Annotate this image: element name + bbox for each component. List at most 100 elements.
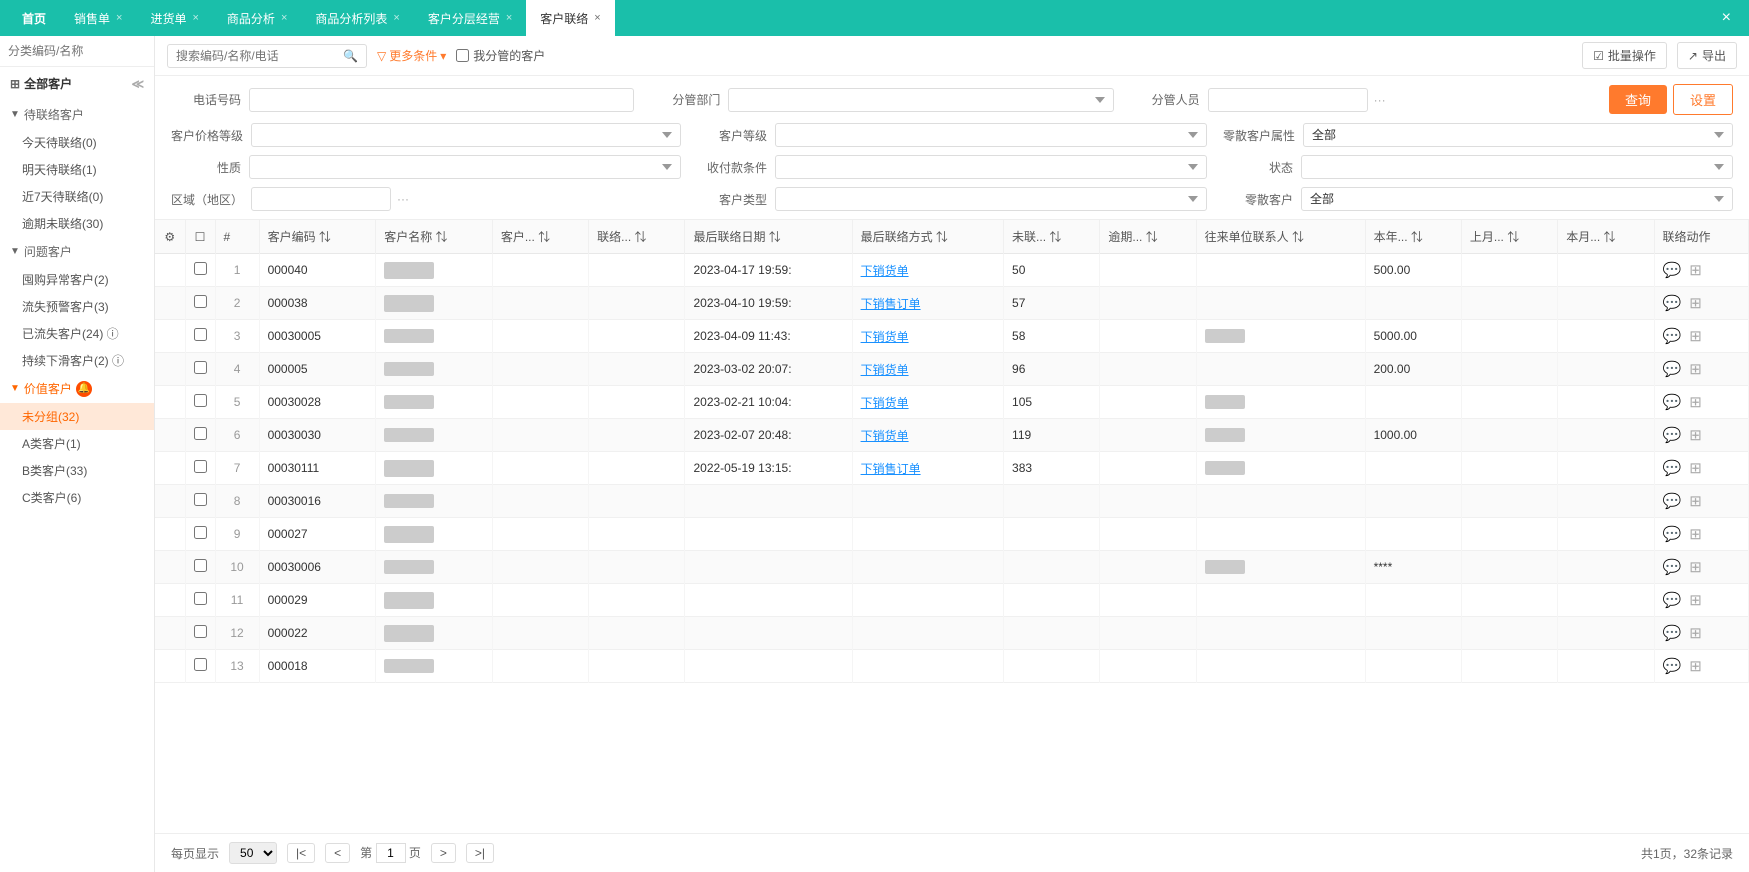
gender-select[interactable] (249, 155, 681, 179)
row-checkbox[interactable] (194, 592, 207, 605)
phone-action-icon[interactable]: 💬 (1663, 558, 1682, 576)
grid-action-icon[interactable]: ⊞ (1689, 657, 1702, 675)
my-customers-checkbox[interactable] (456, 49, 469, 62)
nav-tab-product-analysis[interactable]: 商品分析 × (213, 0, 301, 36)
batch-operations-button[interactable]: ☑ 批量操作 (1582, 42, 1667, 69)
phone-action-icon[interactable]: 💬 (1663, 327, 1682, 345)
payment-select[interactable] (775, 155, 1207, 179)
grid-action-icon[interactable]: ⊞ (1689, 558, 1702, 576)
sidebar-group-problem-customers[interactable]: ▼ 问题客户 (0, 237, 154, 266)
sidebar-item-tomorrow-pending[interactable]: 明天待联络(1) (0, 156, 154, 183)
row-checkbox[interactable] (194, 295, 207, 308)
sidebar-item-lost-customers[interactable]: 已流失客户(24) ⓘ (0, 320, 154, 347)
row-checkbox[interactable] (194, 625, 207, 638)
col-header-last-date[interactable]: 最后联络日期 ⇅ (685, 220, 852, 254)
grid-action-icon[interactable]: ⊞ (1689, 360, 1702, 378)
sidebar-item-abnormal-purchase[interactable]: 囤购异常客户(2) (0, 266, 154, 293)
col-header-type[interactable]: 客户... ⇅ (492, 220, 588, 254)
sidebar-item-7day-pending[interactable]: 近7天待联络(0) (0, 183, 154, 210)
sidebar-item-declining[interactable]: 持续下滑客户(2) ⓘ (0, 347, 154, 374)
nav-tab-sales[interactable]: 销售单 × (60, 0, 136, 36)
grid-action-icon[interactable]: ⊞ (1689, 525, 1702, 543)
col-header-overdue[interactable]: 逾期... ⇅ (1100, 220, 1196, 254)
sidebar-collapse-icon[interactable]: ≪ (131, 77, 144, 91)
prev-page-button[interactable]: < (325, 843, 350, 863)
nav-tab-customer-contact-close[interactable]: × (594, 12, 600, 24)
phone-action-icon[interactable]: 💬 (1663, 261, 1682, 279)
phone-action-icon[interactable]: 💬 (1663, 591, 1682, 609)
phone-action-icon[interactable]: 💬 (1663, 459, 1682, 477)
nav-tab-purchase-close[interactable]: × (192, 12, 198, 24)
export-button[interactable]: ↗ 导出 (1677, 42, 1737, 69)
manager-input[interactable] (1208, 88, 1368, 112)
grid-action-icon[interactable]: ⊞ (1689, 459, 1702, 477)
sidebar-item-class-a[interactable]: A类客户(1) (0, 430, 154, 457)
retail-customer-select[interactable]: 全部 (1301, 187, 1733, 211)
contact-method-link[interactable]: 下销货单 (861, 264, 909, 278)
nav-tab-product-list-close[interactable]: × (393, 12, 399, 24)
contact-method-link[interactable]: 下销货单 (861, 330, 909, 344)
price-level-select[interactable] (251, 123, 681, 147)
sidebar-item-loss-warning[interactable]: 流失预警客户(3) (0, 293, 154, 320)
grid-action-icon[interactable]: ⊞ (1689, 426, 1702, 444)
col-header-company-contact[interactable]: 往来单位联系人 ⇅ (1196, 220, 1365, 254)
col-header-name[interactable]: 客户名称 ⇅ (376, 220, 493, 254)
first-page-button[interactable]: |< (287, 843, 315, 863)
nav-tab-product-list[interactable]: 商品分析列表 × (301, 0, 413, 36)
row-checkbox[interactable] (194, 526, 207, 539)
sidebar-search-input[interactable] (8, 44, 155, 58)
row-checkbox[interactable] (194, 460, 207, 473)
nav-tab-sales-close[interactable]: × (116, 12, 122, 24)
filter-search-input[interactable] (176, 49, 343, 63)
nav-tab-customer-segment[interactable]: 客户分层经营 × (414, 0, 526, 36)
contact-method-link[interactable]: 下销货单 (861, 363, 909, 377)
more-conditions-button[interactable]: ▽ 更多条件 ▾ (377, 47, 446, 64)
page-size-select[interactable]: 50 (229, 842, 277, 864)
nav-close-all-button[interactable]: × (1712, 9, 1741, 27)
row-checkbox[interactable] (194, 394, 207, 407)
row-checkbox[interactable] (194, 658, 207, 671)
phone-action-icon[interactable]: 💬 (1663, 294, 1682, 312)
contact-method-link[interactable]: 下销货单 (861, 396, 909, 410)
sidebar-item-ungrouped[interactable]: 未分组(32) (0, 403, 154, 430)
grid-action-icon[interactable]: ⊞ (1689, 624, 1702, 642)
contact-method-link[interactable]: 下销货单 (861, 429, 909, 443)
row-checkbox[interactable] (194, 493, 207, 506)
sidebar-item-overdue-contact[interactable]: 逾期未联络(30) (0, 210, 154, 237)
sidebar-group-value-customers[interactable]: ▼ 价值客户 🔔 (0, 374, 154, 403)
query-button[interactable]: 查询 (1609, 85, 1667, 114)
nav-home[interactable]: 首页 (8, 0, 60, 36)
nav-tab-purchase[interactable]: 进货单 × (136, 0, 212, 36)
phone-action-icon[interactable]: 💬 (1663, 525, 1682, 543)
grid-action-icon[interactable]: ⊞ (1689, 492, 1702, 510)
checkbox-column-header[interactable]: ☐ (185, 220, 215, 254)
nav-tab-customer-segment-close[interactable]: × (506, 12, 512, 24)
next-page-button[interactable]: > (431, 843, 456, 863)
row-checkbox[interactable] (194, 361, 207, 374)
status-select[interactable] (1301, 155, 1733, 179)
phone-action-icon[interactable]: 💬 (1663, 492, 1682, 510)
col-header-contact[interactable]: 联络... ⇅ (589, 220, 685, 254)
settings-column-header[interactable]: ⚙ (155, 220, 185, 254)
row-checkbox[interactable] (194, 262, 207, 275)
phone-input[interactable] (249, 88, 634, 112)
grid-action-icon[interactable]: ⊞ (1689, 294, 1702, 312)
retail-attr-select[interactable]: 全部 (1303, 123, 1733, 147)
customer-level-select[interactable] (775, 123, 1207, 147)
contact-method-link[interactable]: 下销售订单 (861, 462, 921, 476)
nav-tab-product-analysis-close[interactable]: × (281, 12, 287, 24)
last-page-button[interactable]: >| (466, 843, 494, 863)
col-header-last-month[interactable]: 上月... ⇅ (1461, 220, 1557, 254)
sidebar-group-pending-contact[interactable]: ▼ 待联络客户 (0, 100, 154, 129)
col-header-code[interactable]: 客户编码 ⇅ (259, 220, 376, 254)
page-number-input[interactable] (376, 843, 406, 863)
col-header-last-method[interactable]: 最后联络方式 ⇅ (852, 220, 1003, 254)
area-input[interactable] (251, 187, 391, 211)
row-checkbox[interactable] (194, 427, 207, 440)
col-header-days-no-contact[interactable]: 未联... ⇅ (1004, 220, 1100, 254)
dept-select[interactable] (728, 88, 1113, 112)
grid-action-icon[interactable]: ⊞ (1689, 393, 1702, 411)
contact-method-link[interactable]: 下销售订单 (861, 297, 921, 311)
sidebar-item-class-c[interactable]: C类客户(6) (0, 484, 154, 511)
row-checkbox[interactable] (194, 559, 207, 572)
